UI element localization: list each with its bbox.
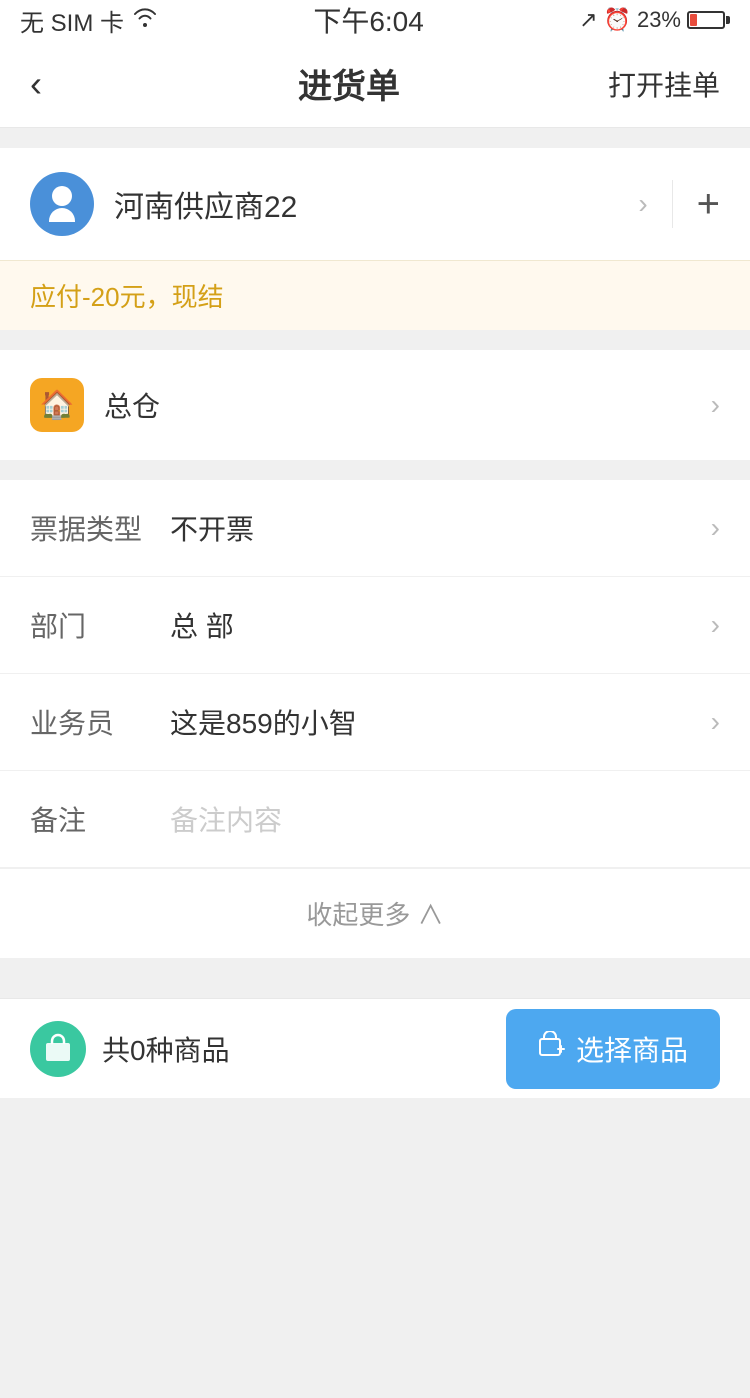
location-icon: ↗	[579, 7, 597, 33]
section-gap-1	[0, 128, 750, 148]
dept-chevron-icon: ›	[711, 609, 720, 641]
dept-value: 总 部	[170, 605, 711, 645]
page-title: 进货单	[298, 59, 400, 108]
collapse-label: 收起更多 ∧	[306, 895, 443, 932]
select-goods-button[interactable]: 选择商品	[506, 1009, 720, 1089]
collapse-button[interactable]: 收起更多 ∧	[0, 868, 750, 958]
vertical-divider	[672, 180, 673, 228]
nav-bar: ‹ 进货单 打开挂单	[0, 40, 750, 128]
warehouse-chevron-icon: ›	[711, 389, 720, 421]
remark-input[interactable]: 备注内容	[170, 799, 720, 839]
warehouse-row[interactable]: 🏠 总仓 ›	[0, 350, 750, 460]
salesperson-row[interactable]: 业务员 这是859的小智 ›	[0, 674, 750, 771]
home-icon: 🏠	[40, 391, 75, 419]
remark-row[interactable]: 备注 备注内容	[0, 771, 750, 868]
section-gap-4	[0, 958, 750, 978]
status-right: ↗ ⏰ 23%	[579, 7, 730, 33]
supplier-row[interactable]: 河南供应商22 › +	[0, 148, 750, 260]
avatar-person-icon	[49, 186, 75, 222]
invoice-row[interactable]: 票据类型 不开票 ›	[0, 480, 750, 577]
status-left: 无 SIM 卡	[20, 3, 158, 38]
supplier-avatar	[30, 172, 94, 236]
supplier-section: 河南供应商22 › + 应付-20元，现结	[0, 148, 750, 330]
carrier-label: 无 SIM 卡	[20, 3, 124, 38]
remark-label: 备注	[30, 799, 170, 839]
section-gap-3	[0, 460, 750, 480]
open-pending-button[interactable]: 打开挂单	[608, 64, 720, 104]
dept-row[interactable]: 部门 总 部 ›	[0, 577, 750, 674]
select-goods-icon	[538, 1031, 566, 1066]
salesperson-chevron-icon: ›	[711, 706, 720, 738]
supplier-name: 河南供应商22	[114, 182, 638, 226]
warehouse-value: 总仓	[104, 385, 711, 425]
status-time: 下午6:04	[313, 0, 424, 40]
background-area	[0, 1098, 750, 1398]
notice-bar: 应付-20元，现结	[0, 260, 750, 330]
battery-pct: 23%	[637, 7, 681, 33]
add-button[interactable]: +	[697, 184, 720, 224]
dept-label: 部门	[30, 605, 170, 645]
warehouse-section: 🏠 总仓 ›	[0, 350, 750, 460]
back-button[interactable]: ‹	[30, 63, 90, 105]
product-count-label: 共0种商品	[102, 1029, 506, 1069]
supplier-chevron-icon: ›	[638, 188, 647, 220]
notice-text: 应付-20元，现结	[30, 282, 224, 312]
invoice-label: 票据类型	[30, 508, 170, 548]
bottom-bar: 共0种商品 选择商品	[0, 998, 750, 1098]
status-bar: 无 SIM 卡 下午6:04 ↗ ⏰ 23%	[0, 0, 750, 40]
alarm-icon: ⏰	[604, 7, 631, 33]
invoice-chevron-icon: ›	[711, 512, 720, 544]
form-section: 票据类型 不开票 › 部门 总 部 › 业务员 这是859的小智 › 备注 备注…	[0, 480, 750, 958]
wifi-icon	[132, 6, 158, 34]
warehouse-icon: 🏠	[30, 378, 84, 432]
section-gap-2	[0, 330, 750, 350]
invoice-value: 不开票	[170, 508, 711, 548]
select-goods-label: 选择商品	[576, 1029, 688, 1069]
product-icon	[30, 1021, 86, 1077]
salesperson-value: 这是859的小智	[170, 702, 711, 742]
battery-icon	[687, 11, 730, 29]
salesperson-label: 业务员	[30, 702, 170, 742]
